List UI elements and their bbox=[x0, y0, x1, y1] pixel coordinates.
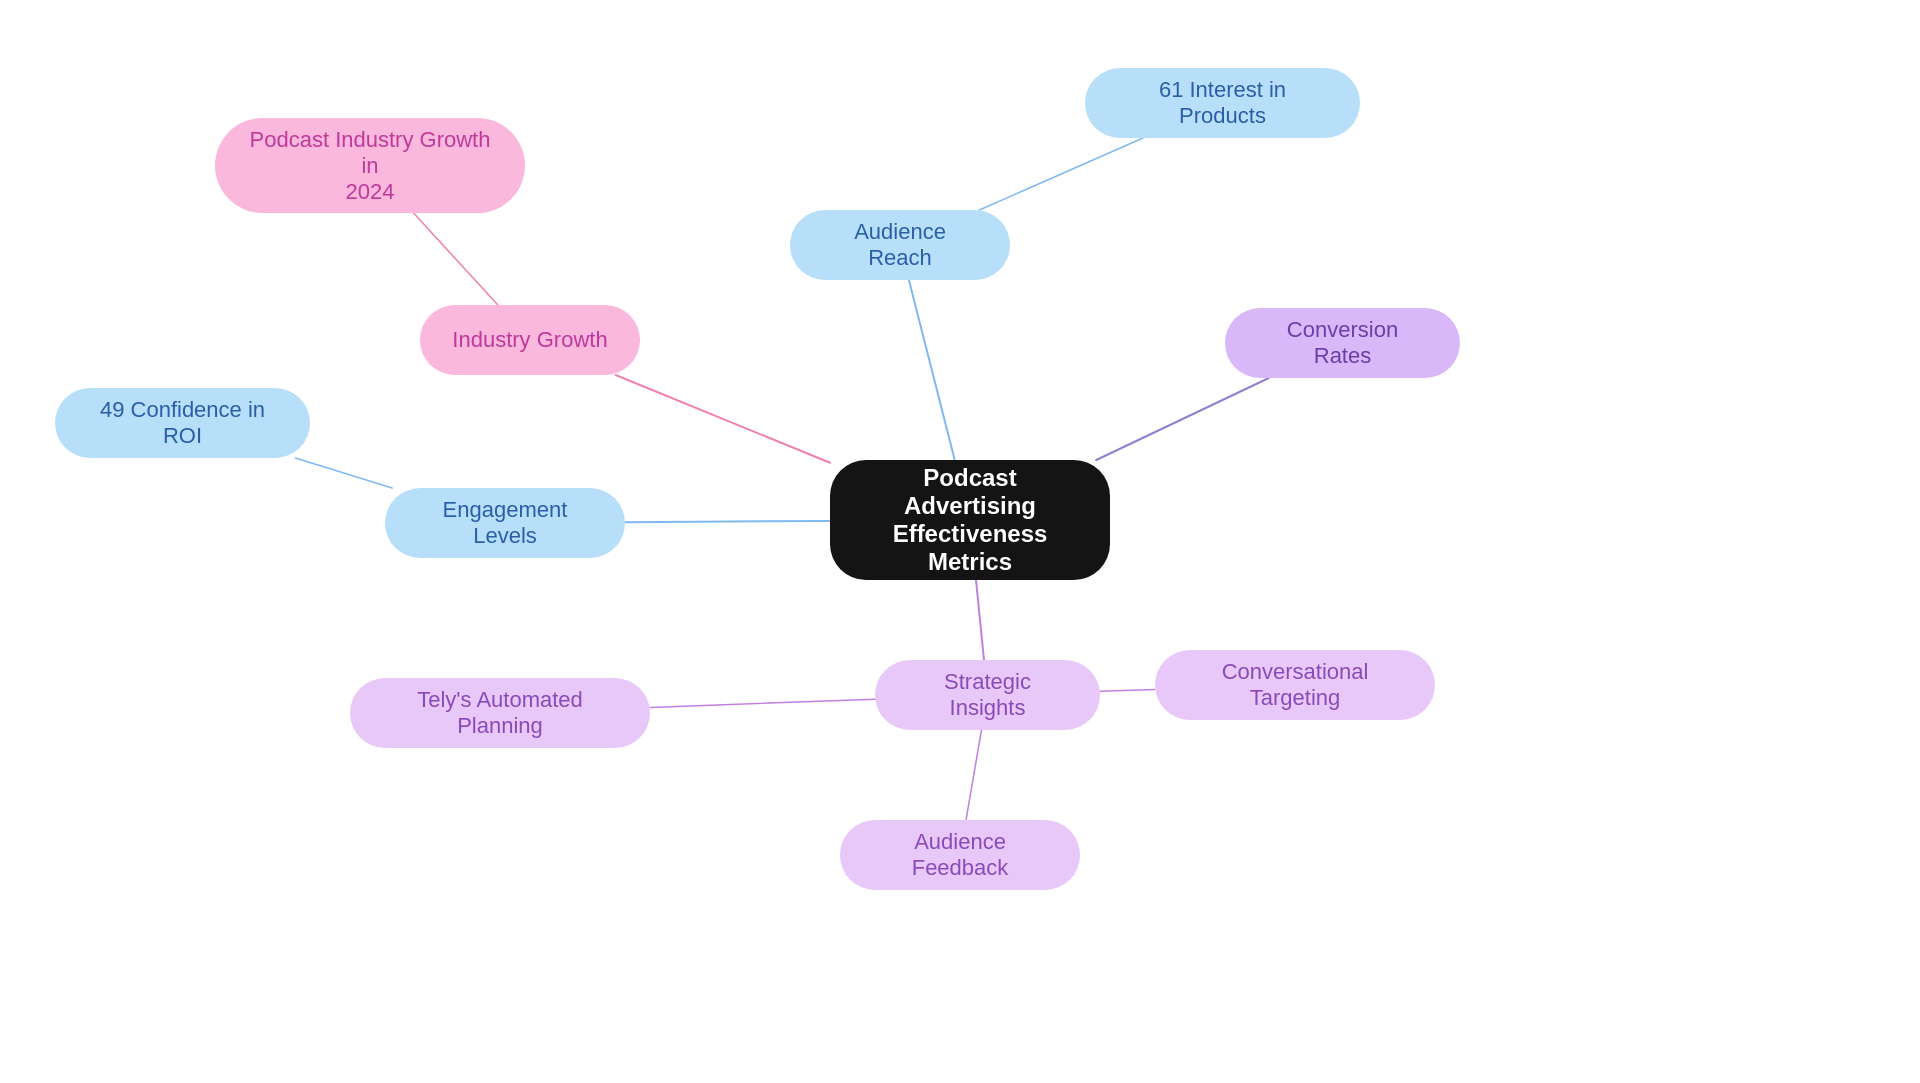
svg-line-7 bbox=[979, 138, 1143, 210]
conversion-rates-label: Conversion Rates bbox=[1257, 317, 1428, 369]
audience-feedback-node: Audience Feedback bbox=[840, 820, 1080, 890]
interest-products-node: 61 Interest in Products bbox=[1085, 68, 1360, 138]
interest-products-label: 61 Interest in Products bbox=[1117, 77, 1328, 129]
svg-line-6 bbox=[295, 458, 392, 488]
svg-line-1 bbox=[625, 521, 830, 522]
mind-map-container: Podcast Advertising Effectiveness Metric… bbox=[0, 0, 1920, 1083]
confidence-roi-label: 49 Confidence in ROI bbox=[87, 397, 278, 449]
podcast-industry-growth-node: Podcast Industry Growth in2024 bbox=[215, 118, 525, 213]
audience-reach-label: Audience Reach bbox=[822, 219, 978, 271]
strategic-insights-label: Strategic Insights bbox=[907, 669, 1068, 721]
svg-line-3 bbox=[1096, 378, 1269, 460]
engagement-levels-node: Engagement Levels bbox=[385, 488, 625, 558]
svg-line-5 bbox=[414, 213, 498, 305]
industry-growth-label: Industry Growth bbox=[452, 327, 607, 353]
conversational-targeting-node: Conversational Targeting bbox=[1155, 650, 1435, 720]
conversion-rates-node: Conversion Rates bbox=[1225, 308, 1460, 378]
audience-feedback-label: Audience Feedback bbox=[872, 829, 1048, 881]
svg-line-2 bbox=[909, 280, 955, 460]
podcast-industry-growth-label: Podcast Industry Growth in2024 bbox=[247, 127, 493, 205]
center-node: Podcast Advertising Effectiveness Metric… bbox=[830, 460, 1110, 580]
strategic-insights-node: Strategic Insights bbox=[875, 660, 1100, 730]
svg-line-10 bbox=[650, 699, 875, 707]
industry-growth-node: Industry Growth bbox=[420, 305, 640, 375]
conversational-targeting-label: Conversational Targeting bbox=[1187, 659, 1403, 711]
center-label: Podcast Advertising Effectiveness Metric… bbox=[862, 464, 1078, 576]
svg-line-8 bbox=[1100, 690, 1155, 692]
engagement-levels-label: Engagement Levels bbox=[417, 497, 593, 549]
telys-planning-label: Tely's Automated Planning bbox=[382, 687, 618, 739]
confidence-roi-node: 49 Confidence in ROI bbox=[55, 388, 310, 458]
svg-line-4 bbox=[976, 580, 984, 660]
telys-planning-node: Tely's Automated Planning bbox=[350, 678, 650, 748]
svg-line-0 bbox=[616, 375, 830, 463]
audience-reach-node: Audience Reach bbox=[790, 210, 1010, 280]
svg-line-9 bbox=[966, 730, 981, 820]
